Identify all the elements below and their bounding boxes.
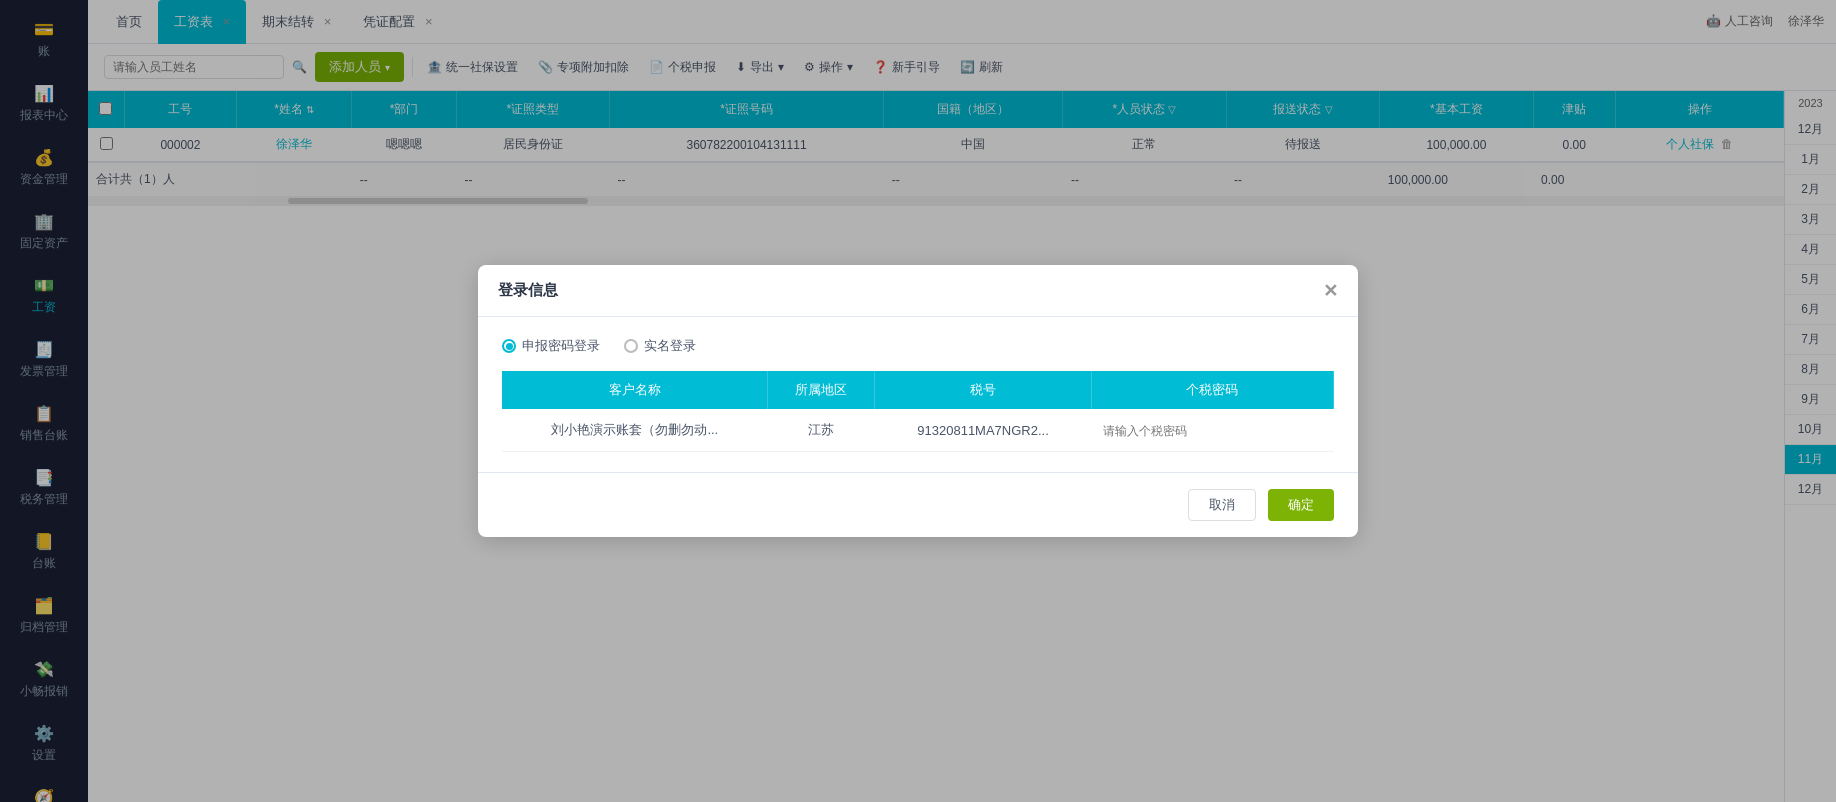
client-name-cell: 刘小艳演示账套（勿删勿动...: [502, 409, 768, 452]
cancel-button[interactable]: 取消: [1188, 489, 1256, 521]
modal-title: 登录信息: [498, 281, 558, 300]
modal-overlay: 登录信息 ✕ 申报密码登录 实名登录 客户名称: [0, 0, 1836, 802]
modal-col-tax-password: 个税密码: [1091, 371, 1333, 409]
login-info-table: 客户名称 所属地区 税号 个税密码 刘小艳演示账套（勿删勿动... 江苏 913…: [502, 371, 1334, 452]
confirm-button[interactable]: 确定: [1268, 489, 1334, 521]
modal-close-button[interactable]: ✕: [1323, 282, 1338, 300]
modal-col-client: 客户名称: [502, 371, 768, 409]
radio-password-login[interactable]: 申报密码登录: [502, 337, 600, 355]
tax-password-cell[interactable]: [1091, 409, 1333, 452]
modal-col-tax-number: 税号: [875, 371, 1091, 409]
tax-number-cell: 91320811MA7NGR2...: [875, 409, 1091, 452]
tax-password-input[interactable]: [1103, 424, 1321, 438]
modal-header: 登录信息 ✕: [478, 265, 1358, 317]
modal-body: 申报密码登录 实名登录 客户名称 所属地区 税号 个税密码: [478, 317, 1358, 472]
login-type-radio-group: 申报密码登录 实名登录: [502, 337, 1334, 355]
modal-col-region: 所属地区: [768, 371, 875, 409]
modal-footer: 取消 确定: [478, 472, 1358, 537]
modal-table-row: 刘小艳演示账套（勿删勿动... 江苏 91320811MA7NGR2...: [502, 409, 1334, 452]
radio-realname-login[interactable]: 实名登录: [624, 337, 696, 355]
region-cell: 江苏: [768, 409, 875, 452]
radio-realname-icon: [624, 339, 638, 353]
login-info-modal: 登录信息 ✕ 申报密码登录 实名登录 客户名称: [478, 265, 1358, 537]
radio-password-icon: [502, 339, 516, 353]
